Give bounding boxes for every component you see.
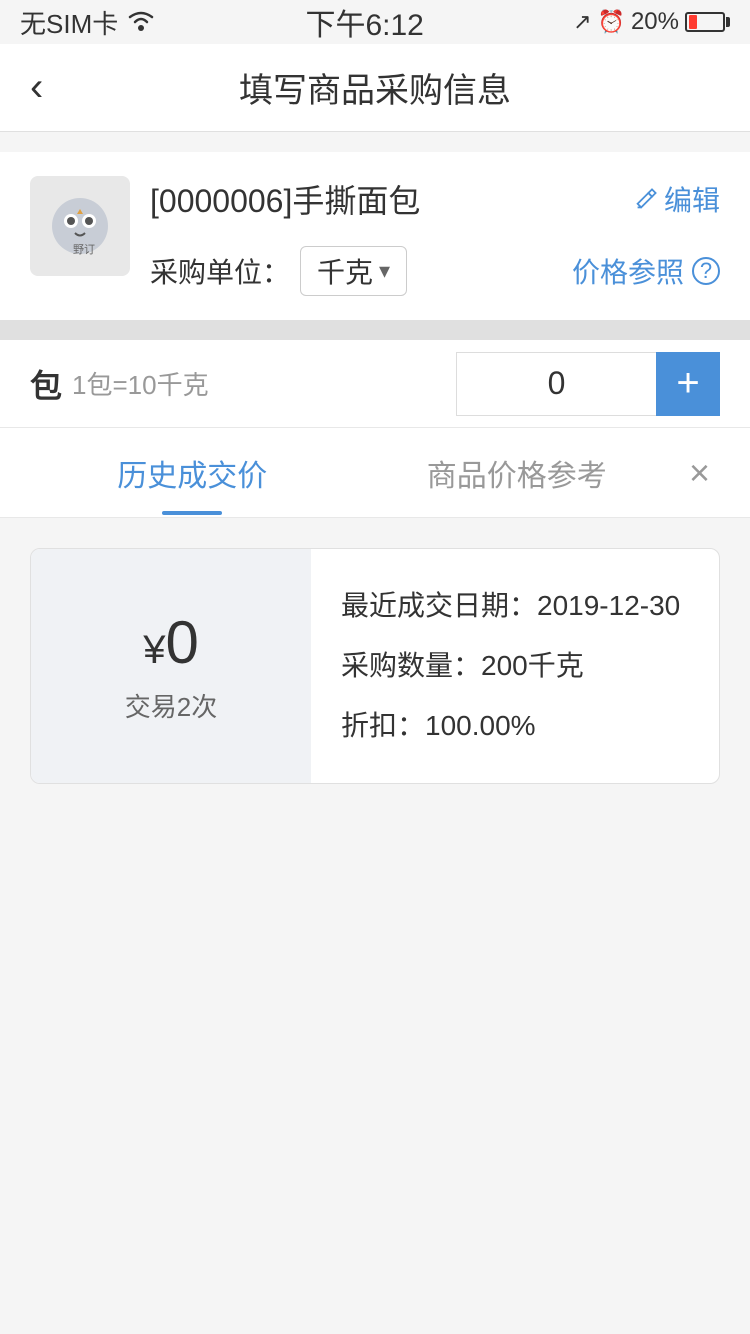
product-card: 野订 [0000006]手撕面包 编辑 采购单位： xyxy=(0,152,750,320)
tab-product-price-ref[interactable]: 商品价格参考 xyxy=(354,431,678,515)
tx-qty-value: 200千克 xyxy=(481,650,584,681)
edit-icon xyxy=(634,187,658,211)
tx-price-summary: ¥0 交易2次 xyxy=(31,549,311,783)
tab-close-button[interactable]: × xyxy=(679,442,720,504)
tab-bar: 历史成交价 商品价格参考 × xyxy=(0,428,750,518)
qty-unit: 包 xyxy=(30,361,62,407)
tx-discount-value: 100.00% xyxy=(425,710,536,741)
battery-icon xyxy=(685,12,730,32)
tx-details: 最近成交日期：2019-12-30 采购数量：200千克 折扣：100.00% xyxy=(311,549,719,783)
battery-pct: 20% xyxy=(631,8,679,36)
status-bar: 无SIM卡 下午6:12 ↗ ⏰ 20% xyxy=(0,0,750,44)
alarm-icon: ⏰ xyxy=(598,9,625,35)
tx-date-value: 2019-12-30 xyxy=(537,590,680,621)
product-logo-icon: 野订 xyxy=(45,191,115,261)
product-details: [0000006]手撕面包 编辑 采购单位： 千克 ▾ xyxy=(150,176,720,296)
tx-qty-row: 采购数量：200千克 xyxy=(341,645,689,687)
tx-qty-label: 采购数量： xyxy=(341,650,481,681)
tx-date-label: 最近成交日期： xyxy=(341,590,537,621)
qty-plus-button[interactable]: + xyxy=(656,352,720,416)
tx-discount-row: 折扣：100.00% xyxy=(341,705,689,747)
nav-bar: ‹ 填写商品采购信息 xyxy=(0,44,750,132)
dropdown-icon: ▾ xyxy=(379,258,390,284)
product-thumbnail: 野订 xyxy=(30,176,130,276)
tx-price: ¥0 xyxy=(143,608,199,677)
transaction-card: ¥0 交易2次 最近成交日期：2019-12-30 采购数量：200千克 折扣：… xyxy=(30,548,720,784)
tx-price-value: 0 xyxy=(165,609,198,676)
quantity-row: 包 1包=10千克 + xyxy=(0,340,750,428)
unit-select[interactable]: 千克 ▾ xyxy=(300,246,407,296)
tx-currency-symbol: ¥ xyxy=(143,628,165,672)
section-divider xyxy=(0,320,750,340)
status-left: 无SIM卡 xyxy=(20,4,156,41)
status-right: ↗ ⏰ 20% xyxy=(573,8,730,36)
wifi-icon xyxy=(126,7,156,38)
edit-button[interactable]: 编辑 xyxy=(634,179,720,219)
tab-history-price[interactable]: 历史成交价 xyxy=(30,431,354,515)
product-name: [0000006]手撕面包 xyxy=(150,176,420,222)
status-time: 下午6:12 xyxy=(305,0,423,44)
qty-input-group: + xyxy=(456,352,720,416)
tx-count: 交易2次 xyxy=(125,687,217,724)
tx-discount-label: 折扣： xyxy=(341,710,425,741)
page-title: 填写商品采购信息 xyxy=(239,63,511,112)
carrier-text: 无SIM卡 xyxy=(20,4,118,41)
transaction-section: ¥0 交易2次 最近成交日期：2019-12-30 采购数量：200千克 折扣：… xyxy=(0,518,750,1118)
help-icon: ? xyxy=(692,257,720,285)
location-icon: ↗ xyxy=(573,9,591,35)
price-ref-button[interactable]: 价格参照 ? xyxy=(572,251,720,291)
svg-text:野订: 野订 xyxy=(73,243,95,256)
back-button[interactable]: ‹ xyxy=(30,65,90,110)
qty-input[interactable] xyxy=(456,352,656,416)
qty-conversion: 1包=10千克 xyxy=(72,365,456,402)
unit-label: 采购单位： 千克 ▾ xyxy=(150,246,407,296)
tx-date-row: 最近成交日期：2019-12-30 xyxy=(341,585,689,627)
